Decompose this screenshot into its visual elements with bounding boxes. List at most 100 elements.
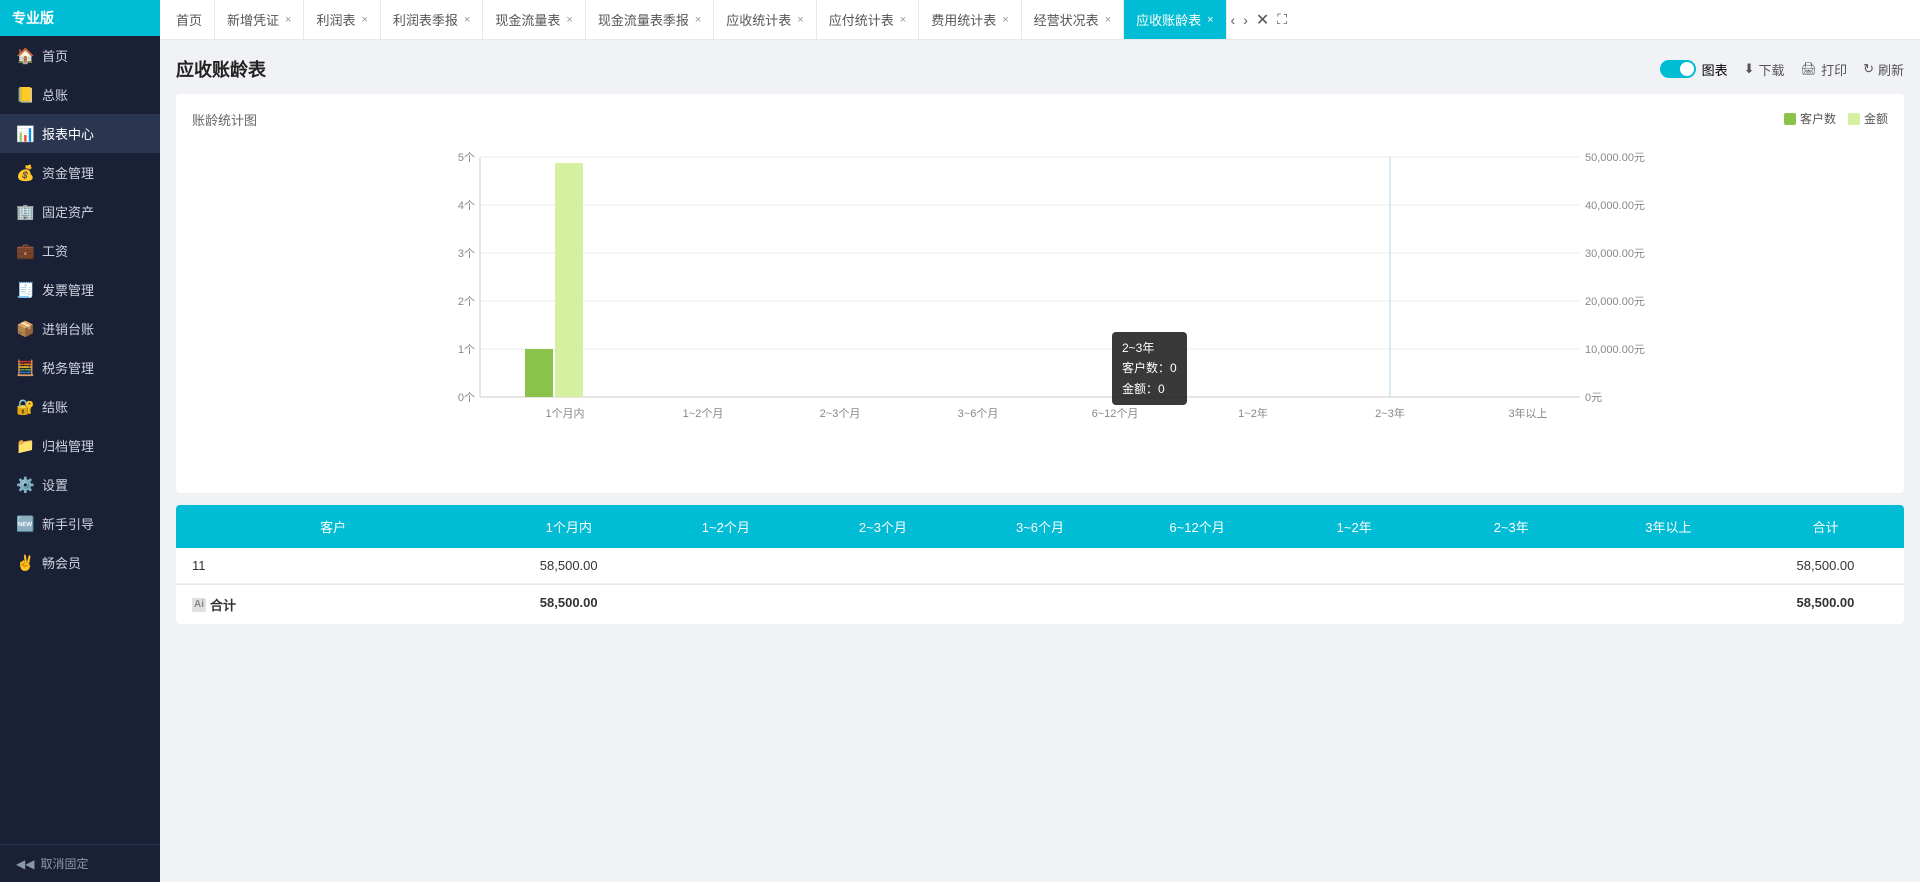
svg-text:4个: 4个: [458, 199, 475, 212]
member-icon: ✌️: [16, 554, 34, 572]
chart-toggle[interactable]: 图表: [1660, 60, 1728, 79]
guide-icon: 🆕: [16, 515, 34, 533]
tab-payable-stat[interactable]: 应付统计表 ×: [817, 0, 919, 40]
data-table: 客户 1个月内 1~2个月 2~3个月 3~6个月 6~12个月 1~2年 2~…: [176, 505, 1904, 624]
tab-cashflow-close[interactable]: ×: [566, 14, 572, 26]
sidebar-item-archive[interactable]: 📁 归档管理: [0, 426, 160, 465]
sidebar-item-reports[interactable]: 📊 报表中心: [0, 114, 160, 153]
footer-m12: [647, 585, 804, 624]
svg-text:6~12个月: 6~12个月: [1092, 407, 1139, 420]
bar-customers-0: [525, 349, 553, 397]
tab-receivable-stat[interactable]: 应收统计表 ×: [714, 0, 816, 40]
tab-prev-button[interactable]: ‹: [1227, 0, 1240, 40]
funds-icon: 💰: [16, 164, 34, 182]
sidebar-item-sales[interactable]: 📦 进销台账: [0, 309, 160, 348]
row-0-m36: [961, 548, 1118, 583]
svg-text:20,000.00元: 20,000.00元: [1585, 296, 1645, 308]
tab-aging-label: 应收账龄表: [1136, 10, 1201, 29]
tab-business-stat-close[interactable]: ×: [1105, 14, 1111, 26]
tab-expand-button[interactable]: ⛶: [1273, 0, 1291, 40]
toggle-knob[interactable]: [1660, 60, 1696, 78]
home-icon: 🏠: [16, 47, 34, 65]
sidebar-unpin-button[interactable]: ◀◀ 取消固定: [0, 844, 160, 882]
sidebar-item-member[interactable]: ✌️ 畅会员: [0, 543, 160, 582]
unpin-label: 取消固定: [40, 855, 88, 872]
svg-text:10,000.00元: 10,000.00元: [1585, 344, 1645, 356]
footer-m36: [961, 585, 1118, 624]
footer-y3p: [1590, 585, 1747, 624]
footer-y12: [1276, 585, 1433, 624]
sidebar-label-archive: 归档管理: [42, 436, 94, 455]
tab-profit-quarter[interactable]: 利润表季报 ×: [381, 0, 483, 40]
tab-voucher-close[interactable]: ×: [285, 14, 291, 26]
sidebar-item-assets[interactable]: 🏢 固定资产: [0, 192, 160, 231]
tab-cashflow-quarter-label: 现金流量表季报: [598, 10, 689, 29]
tab-profit-close[interactable]: ×: [361, 14, 367, 26]
ledger-icon: 📒: [16, 86, 34, 104]
sidebar-label-reports: 报表中心: [42, 124, 94, 143]
col-m23: 2~3个月: [804, 505, 961, 548]
sidebar-item-guide[interactable]: 🆕 新手引导: [0, 504, 160, 543]
bar-amount-0: [555, 163, 583, 397]
tab-close-all-button[interactable]: ✕: [1252, 0, 1273, 40]
footer-label: Ai 合计: [176, 585, 490, 624]
tab-cashflow[interactable]: 现金流量表 ×: [483, 0, 585, 40]
row-0-m23: [804, 548, 961, 583]
tab-aging-close[interactable]: ×: [1207, 14, 1213, 26]
toggle-label: 图表: [1702, 60, 1728, 79]
print-icon: 🖨: [1801, 61, 1818, 77]
footer-label-text: 合计: [210, 595, 236, 614]
salary-icon: 💼: [16, 242, 34, 260]
tab-profit-label: 利润表: [316, 10, 355, 29]
tab-aging[interactable]: 应收账龄表 ×: [1124, 0, 1226, 40]
unpin-icon: ◀◀: [16, 857, 34, 871]
col-m36: 3~6个月: [961, 505, 1118, 548]
chart-container: 账龄统计图 客户数 金额: [176, 94, 1904, 493]
sidebar-item-home[interactable]: 🏠 首页: [0, 36, 160, 75]
sidebar-item-salary[interactable]: 💼 工资: [0, 231, 160, 270]
sidebar-label-sales: 进销台账: [42, 319, 94, 338]
sidebar-item-closing[interactable]: 🔐 结账: [0, 387, 160, 426]
sidebar-item-tax[interactable]: 🧮 税务管理: [0, 348, 160, 387]
svg-text:0个: 0个: [458, 391, 475, 404]
sidebar-label-closing: 结账: [42, 397, 68, 416]
tab-profit-quarter-label: 利润表季报: [393, 10, 458, 29]
svg-text:1个月内: 1个月内: [545, 406, 584, 420]
tab-profit-quarter-close[interactable]: ×: [464, 14, 470, 26]
tab-home-label: 首页: [176, 10, 202, 29]
tab-voucher[interactable]: 新增凭证 ×: [215, 0, 304, 40]
tab-home[interactable]: 首页: [164, 0, 215, 40]
page-content: 应收账龄表 图表 ⬇ 下载 🖨 打印 ↻ 刷新: [160, 40, 1920, 882]
tab-payable-stat-close[interactable]: ×: [900, 14, 906, 26]
sidebar-label-home: 首页: [42, 46, 68, 65]
table-header: 客户 1个月内 1~2个月 2~3个月 3~6个月 6~12个月 1~2年 2~…: [176, 505, 1904, 548]
tab-profit[interactable]: 利润表 ×: [304, 0, 380, 40]
sidebar-label-ledger: 总账: [42, 85, 68, 104]
tab-business-stat[interactable]: 经营状况表 ×: [1022, 0, 1124, 40]
page-title: 应收账龄表: [176, 56, 266, 82]
settings-icon: ⚙️: [16, 476, 34, 494]
tab-cashflow-quarter-close[interactable]: ×: [695, 14, 701, 26]
footer-m612: [1119, 585, 1276, 624]
page-header: 应收账龄表 图表 ⬇ 下载 🖨 打印 ↻ 刷新: [176, 56, 1904, 82]
sidebar-item-funds[interactable]: 💰 资金管理: [0, 153, 160, 192]
refresh-button[interactable]: ↻ 刷新: [1863, 60, 1904, 79]
col-m612: 6~12个月: [1119, 505, 1276, 548]
sidebar-item-ledger[interactable]: 📒 总账: [0, 75, 160, 114]
row-0-m612: [1119, 548, 1276, 583]
print-button[interactable]: 🖨 打印: [1801, 60, 1848, 79]
sidebar-item-invoice[interactable]: 🧾 发票管理: [0, 270, 160, 309]
tab-expense-stat[interactable]: 费用统计表 ×: [919, 0, 1021, 40]
tab-receivable-stat-close[interactable]: ×: [797, 14, 803, 26]
sidebar-item-settings[interactable]: ⚙️ 设置: [0, 465, 160, 504]
row-0-y23: [1433, 548, 1590, 583]
legend-amount-color: [1848, 113, 1860, 125]
svg-text:30,000.00元: 30,000.00元: [1585, 248, 1645, 260]
col-m1: 1个月内: [490, 505, 647, 548]
sidebar-label-settings: 设置: [42, 475, 68, 494]
tab-cashflow-quarter[interactable]: 现金流量表季报 ×: [586, 0, 714, 40]
tab-next-button[interactable]: ›: [1239, 0, 1252, 40]
chart-svg-wrapper: 0个 1个 2个 3个 4个 5个 0元 10,000.00元 20,000.0…: [192, 137, 1888, 477]
download-button[interactable]: ⬇ 下载: [1744, 60, 1785, 79]
tab-expense-stat-close[interactable]: ×: [1002, 14, 1008, 26]
